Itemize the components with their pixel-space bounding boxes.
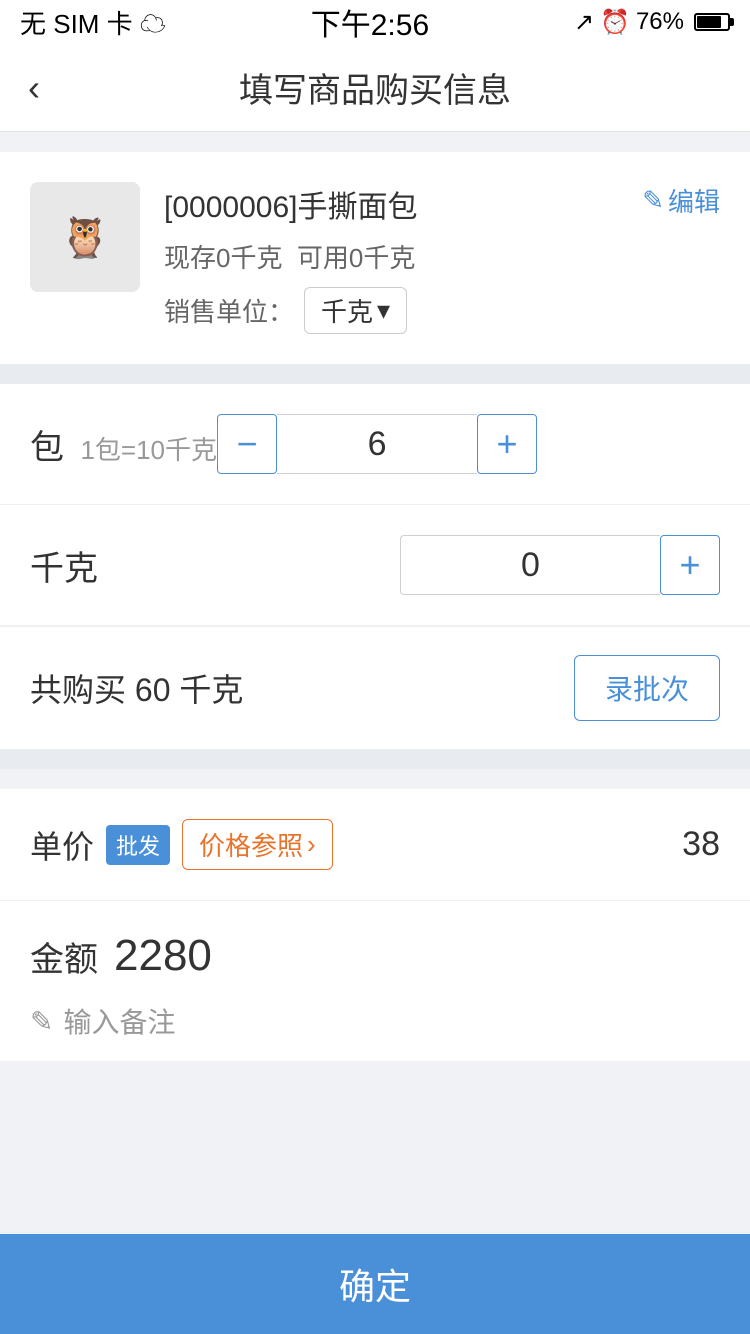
product-title: 手撕面包 [297, 191, 417, 224]
remark-input[interactable]: 输入备注 [63, 1001, 175, 1041]
product-unit-row: 销售单位： 千克 ▾ [164, 287, 720, 334]
status-left: 无 SIM 卡 ☁ [20, 4, 166, 41]
kg-plus-button[interactable]: + [660, 535, 720, 595]
dropdown-arrow: ▾ [377, 295, 390, 326]
remark-icon: ✎ [30, 1005, 53, 1038]
location-icon: ↗ [574, 8, 594, 37]
separator-2 [0, 749, 750, 769]
package-label: 包 [30, 429, 64, 467]
product-card: 🦉 [0000006]手撕面包 现存0千克 可用0千克 销售单位： 千克 ▾ ✎… [0, 152, 750, 364]
price-tag: 批发 [106, 825, 170, 865]
package-plus-button[interactable]: + [477, 414, 537, 474]
edit-button[interactable]: ✎ 编辑 [642, 182, 720, 219]
separator-1 [0, 364, 750, 384]
price-label: 单价 [30, 822, 94, 868]
amount-row: 金额 2280 [30, 931, 720, 981]
alarm-icon: ⏰ [600, 8, 630, 37]
kg-quantity-control: + [400, 535, 720, 595]
kg-label: 千克 [30, 541, 400, 590]
price-reference-button[interactable]: 价格参照 › [182, 819, 333, 870]
spacer [0, 1061, 750, 1234]
total-amount: 60 [135, 672, 171, 708]
batch-button[interactable]: 录批次 [574, 655, 720, 721]
remark-row[interactable]: ✎ 输入备注 [30, 1001, 720, 1041]
total-unit: 千克 [179, 672, 243, 708]
price-section: 单价 批发 价格参照 › 38 [0, 789, 750, 901]
price-label-group: 单价 批发 价格参照 › [30, 819, 333, 870]
price-ref-arrow: › [307, 829, 316, 860]
nav-bar: ‹ 填写商品购买信息 [0, 44, 750, 132]
unit-label: 销售单位： [164, 292, 294, 329]
package-label-group: 包 1包=10千克 [30, 420, 217, 469]
price-value: 38 [682, 825, 720, 864]
total-label: 共购买 [30, 672, 126, 708]
package-input-row: 包 1包=10千克 − + [0, 384, 750, 505]
confirm-button[interactable]: 确定 [0, 1234, 750, 1334]
kg-input-row: 千克 + [0, 505, 750, 626]
back-button[interactable]: ‹ [28, 67, 40, 109]
sim-label: 无 SIM 卡 ☁ [20, 4, 166, 41]
available-value: 可用0千克 [297, 243, 415, 273]
product-id: [0000006] [164, 191, 297, 224]
product-info: [0000006]手撕面包 现存0千克 可用0千克 销售单位： 千克 ▾ [164, 182, 720, 334]
product-thumbnail: 🦉 [30, 182, 140, 292]
package-quantity-control: − + [217, 414, 537, 474]
battery-percent: 76% [636, 8, 684, 36]
kg-quantity-input[interactable] [400, 535, 660, 595]
status-right: ↗ ⏰ 76% [574, 8, 730, 37]
status-bar: 无 SIM 卡 ☁ 下午2:56 ↗ ⏰ 76% [0, 0, 750, 44]
package-hint: 1包=10千克 [80, 435, 217, 465]
total-text: 共购买 60 千克 [30, 665, 243, 711]
unit-value: 千克 [321, 292, 373, 329]
battery-icon [694, 13, 730, 31]
product-name: [0000006]手撕面包 [164, 182, 720, 226]
unit-selector[interactable]: 千克 ▾ [304, 287, 407, 334]
product-stock: 现存0千克 可用0千克 [164, 238, 720, 275]
total-row: 共购买 60 千克 录批次 [0, 626, 750, 749]
page-title: 填写商品购买信息 [239, 63, 511, 112]
amount-label: 金额 [30, 932, 98, 981]
edit-label: 编辑 [668, 182, 720, 219]
status-time: 下午2:56 [311, 0, 429, 44]
stock-value: 现存0千克 [164, 243, 282, 273]
product-logo: 🦉 [60, 214, 110, 261]
package-quantity-input[interactable] [277, 414, 477, 474]
price-ref-label: 价格参照 [199, 826, 303, 863]
amount-section: 金额 2280 ✎ 输入备注 [0, 901, 750, 1061]
package-minus-button[interactable]: − [217, 414, 277, 474]
edit-icon: ✎ [642, 185, 664, 216]
input-section: 包 1包=10千克 − + 千克 + [0, 384, 750, 626]
amount-value: 2280 [114, 931, 212, 981]
